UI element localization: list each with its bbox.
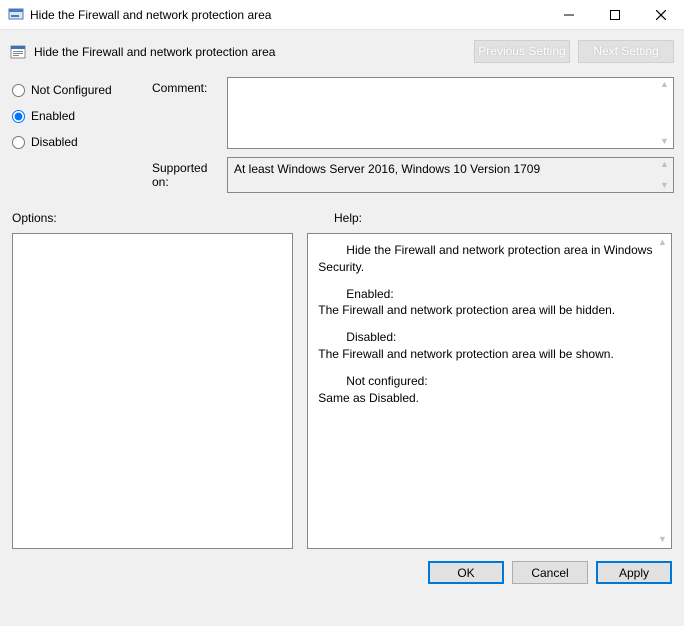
state-radio-group: Not Configured Enabled Disabled: [12, 77, 152, 201]
help-pane: Hide the Firewall and network protection…: [307, 233, 672, 549]
cancel-button[interactable]: Cancel: [512, 561, 588, 584]
supported-on-box: At least Windows Server 2016, Windows 10…: [227, 157, 674, 193]
dialog-footer: OK Cancel Apply: [0, 549, 684, 594]
title-bar: Hide the Firewall and network protection…: [0, 0, 684, 30]
radio-disabled[interactable]: Disabled: [12, 129, 152, 155]
options-pane: [12, 233, 293, 549]
help-enabled-heading: Enabled:: [318, 286, 661, 303]
next-setting-button[interactable]: Next Setting: [578, 40, 674, 63]
help-notconfigured-heading: Not configured:: [318, 373, 661, 390]
close-button[interactable]: [638, 0, 684, 29]
app-icon: [8, 7, 24, 23]
comment-label: Comment:: [152, 77, 227, 149]
window-title: Hide the Firewall and network protection…: [30, 8, 546, 22]
policy-title: Hide the Firewall and network protection…: [34, 45, 466, 59]
radio-enabled[interactable]: Enabled: [12, 103, 152, 129]
comment-scrollbar[interactable]: ▲ ▼: [656, 78, 673, 148]
help-notconfigured: Not configured: Same as Disabled.: [318, 373, 661, 407]
help-disabled-heading: Disabled:: [318, 329, 661, 346]
help-intro: Hide the Firewall and network protection…: [318, 242, 661, 276]
radio-disabled-label: Disabled: [31, 135, 78, 149]
minimize-button[interactable]: [546, 0, 592, 29]
supported-on-text: At least Windows Server 2016, Windows 10…: [228, 158, 673, 180]
apply-button[interactable]: Apply: [596, 561, 672, 584]
options-label: Options:: [12, 211, 334, 225]
help-disabled: Disabled: The Firewall and network prote…: [318, 329, 661, 363]
radio-not-configured-label: Not Configured: [31, 83, 112, 97]
comment-textarea[interactable]: ▲ ▼: [227, 77, 674, 149]
help-scrollbar[interactable]: ▲ ▼: [654, 234, 671, 548]
window-controls: [546, 0, 684, 29]
maximize-button[interactable]: [592, 0, 638, 29]
help-enabled-text: The Firewall and network protection area…: [318, 303, 615, 317]
supported-scrollbar[interactable]: ▲ ▼: [656, 158, 673, 192]
scroll-up-icon: ▲: [654, 236, 671, 249]
radio-enabled-input[interactable]: [12, 110, 25, 123]
help-disabled-text: The Firewall and network protection area…: [318, 347, 613, 361]
scroll-down-icon: ▼: [656, 181, 673, 190]
radio-enabled-label: Enabled: [31, 109, 75, 123]
policy-header: Hide the Firewall and network protection…: [0, 30, 684, 75]
scroll-down-icon: ▼: [656, 137, 673, 146]
ok-button[interactable]: OK: [428, 561, 504, 584]
scroll-up-icon: ▲: [656, 80, 673, 89]
previous-setting-button[interactable]: Previous Setting: [474, 40, 570, 63]
scroll-up-icon: ▲: [656, 160, 673, 169]
scroll-down-icon: ▼: [654, 533, 671, 546]
radio-not-configured-input[interactable]: [12, 84, 25, 97]
radio-not-configured[interactable]: Not Configured: [12, 77, 152, 103]
help-notconfigured-text: Same as Disabled.: [318, 391, 419, 405]
help-label: Help:: [334, 211, 362, 225]
radio-disabled-input[interactable]: [12, 136, 25, 149]
supported-on-label: Supported on:: [152, 157, 227, 193]
help-enabled: Enabled: The Firewall and network protec…: [318, 286, 661, 320]
policy-icon: [10, 44, 26, 60]
